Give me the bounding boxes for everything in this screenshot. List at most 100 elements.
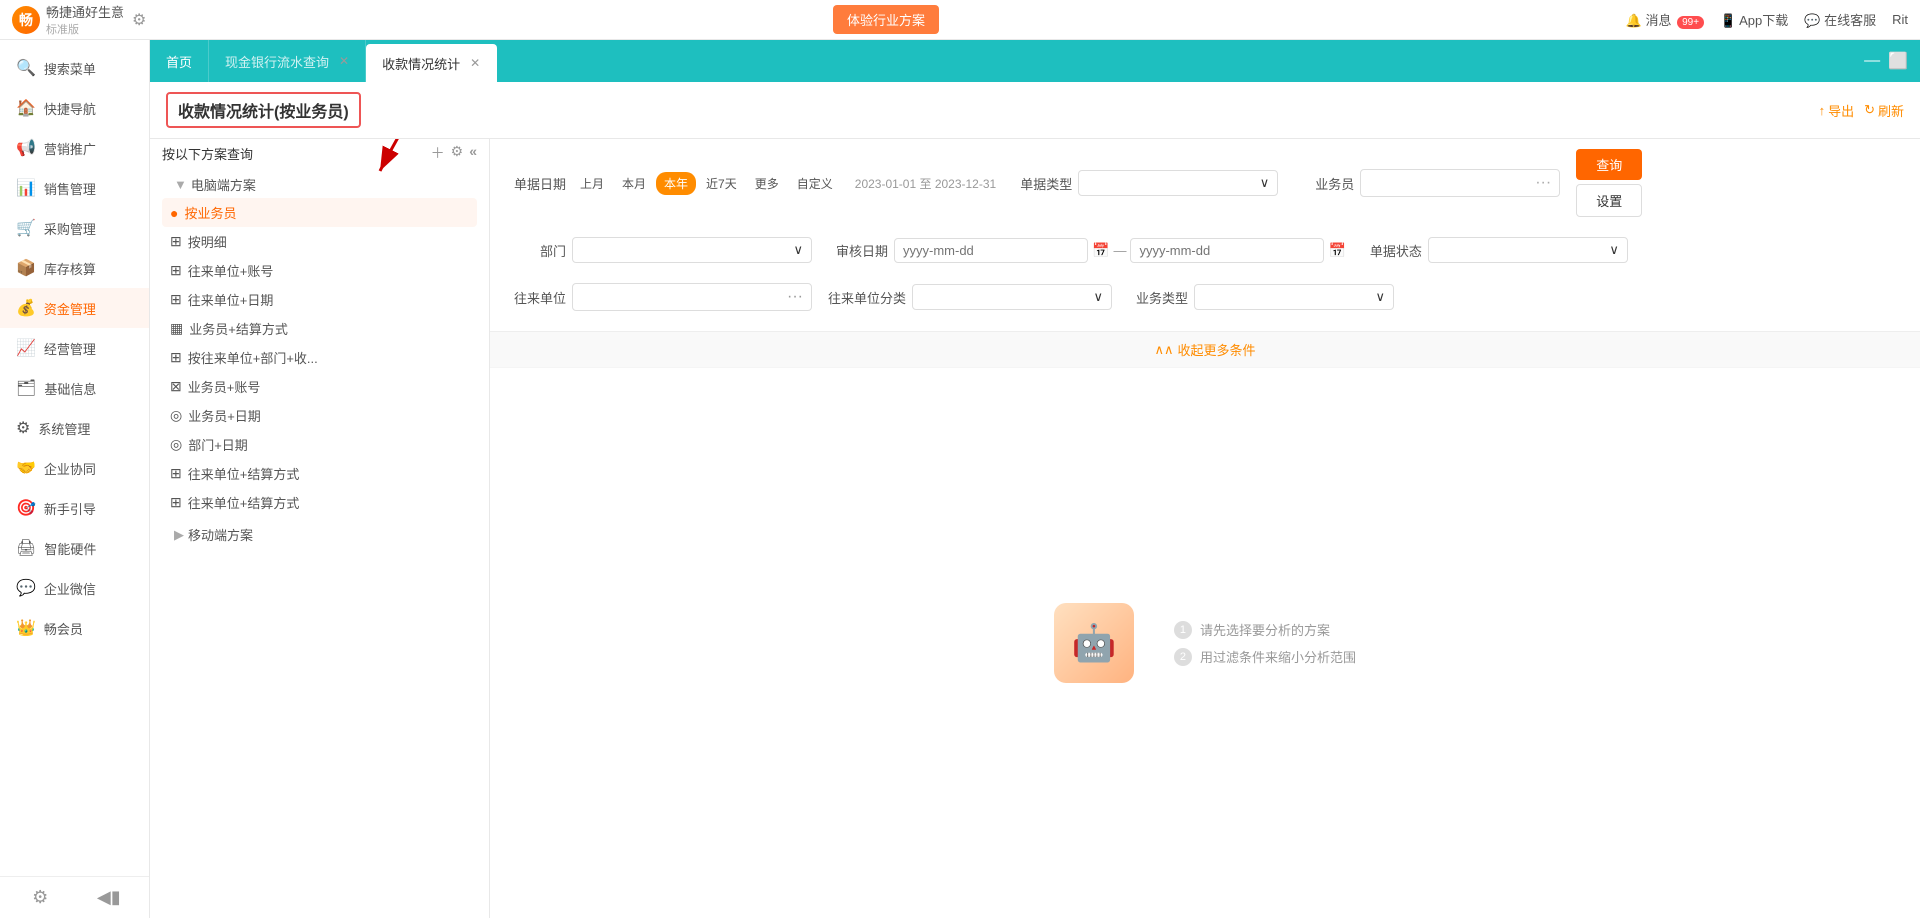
date-tab-custom[interactable]: 自定义: [789, 172, 841, 195]
scheme-item-dept-date[interactable]: ◎ 部门+日期: [162, 430, 477, 459]
docstatus-select[interactable]: ∨: [1428, 237, 1628, 263]
settings-button[interactable]: 设置: [1576, 184, 1642, 217]
step-2-num: 2: [1174, 648, 1192, 666]
biztype-label: 业务类型: [1128, 288, 1188, 307]
sidebar-item-quicknav[interactable]: 🏠 快捷导航: [0, 88, 149, 128]
sidebar-item-operations[interactable]: 📈 经营管理: [0, 328, 149, 368]
tab-minimize-icon[interactable]: —: [1864, 52, 1880, 70]
top-bar: 畅 畅捷通好生意 标准版 ⚙ 体验行业方案 🔔 消息 99+ 📱 App下载 💬…: [0, 0, 1920, 40]
date-tab-this-year[interactable]: 本年: [656, 172, 696, 195]
content-area: 首页 现金银行流水查询 ✕ 收款情况统计 ✕ — ⬜ 收款情况统计(按业务员): [150, 40, 1920, 918]
step-2-text: 用过滤条件来缩小分析范围: [1200, 647, 1356, 666]
tab-collection-stat[interactable]: 收款情况统计 ✕: [366, 44, 497, 82]
scheme-add-icon[interactable]: ＋: [431, 143, 445, 163]
scheme-item-unit-date[interactable]: ⊞ 往来单位+日期: [162, 285, 477, 314]
counterpart-select[interactable]: ···: [572, 283, 812, 311]
sidebar-item-member[interactable]: 👑 畅会员: [0, 608, 149, 648]
online-service-link[interactable]: 💬 在线客服: [1804, 10, 1876, 29]
scheme-item-salesperson-date[interactable]: ◎ 业务员+日期: [162, 401, 477, 430]
collapse-up-icon: ∧∧: [1154, 342, 1173, 358]
audit-date-from[interactable]: [894, 238, 1088, 263]
date-tabs: 上月 本月 本年 近7天 更多 自定义: [572, 172, 841, 195]
scheme-collapse-icon[interactable]: «: [469, 143, 477, 163]
doctype-label: 单据类型: [1012, 174, 1072, 193]
sidebar-item-hardware[interactable]: 🖨 智能硬件: [0, 528, 149, 568]
tab-home[interactable]: 首页: [150, 40, 209, 82]
sidebar-item-finance[interactable]: 💰 资金管理: [0, 288, 149, 328]
tab-maximize-icon[interactable]: ⬜: [1888, 51, 1908, 71]
sidebar-item-system[interactable]: ⚙ 系统管理: [0, 408, 149, 448]
scheme-item-icon-6: ⊠: [170, 378, 182, 395]
calendar-to-icon: 📅: [1328, 242, 1345, 259]
scheme-item-unit-dept[interactable]: ⊞ 按往来单位+部门+收...: [162, 343, 477, 372]
tab-collection-stat-close[interactable]: ✕: [470, 56, 480, 70]
counterpart-cat-chevron: ∨: [1094, 289, 1104, 305]
tab-bar: 首页 现金银行流水查询 ✕ 收款情况统计 ✕ — ⬜: [150, 40, 1920, 82]
app-download-link[interactable]: 📱 App下载: [1720, 10, 1788, 29]
settings-icon[interactable]: ⚙: [132, 10, 146, 30]
enterprise-icon: 🤝: [16, 458, 36, 478]
scheme-item-unit-account[interactable]: ⊞ 往来单位+账号: [162, 256, 477, 285]
date-tab-more[interactable]: 更多: [747, 172, 787, 195]
scheme-item-icon-10: ⊞: [170, 494, 182, 511]
tab-bank-flow[interactable]: 现金银行流水查询 ✕: [209, 40, 366, 82]
collapse-label: 收起更多条件: [1178, 340, 1256, 359]
user-name[interactable]: Rit: [1892, 12, 1908, 27]
salesperson-more-icon[interactable]: ···: [1535, 174, 1551, 192]
auditdate-label: 审核日期: [828, 241, 888, 260]
sidebar-item-marketing[interactable]: 📢 营销推广: [0, 128, 149, 168]
scheme-item-icon-4: ▦: [170, 320, 183, 337]
sidebar-settings-btn[interactable]: ⚙: [10, 887, 71, 908]
sidebar-item-basic[interactable]: 🗂 基础信息: [0, 368, 149, 408]
scheme-item-salesperson-acct[interactable]: ⊠ 业务员+账号: [162, 372, 477, 401]
scheme-item-by-detail[interactable]: ⊞ 按明细: [162, 227, 477, 256]
scheme-item-unit-calc1[interactable]: ⊞ 往来单位+结算方式: [162, 459, 477, 488]
date-tab-this-month[interactable]: 本月: [614, 172, 654, 195]
salesperson-select[interactable]: ···: [1360, 169, 1560, 197]
page-title: 收款情况统计(按业务员): [178, 104, 349, 121]
export-button[interactable]: ↑ 导出: [1819, 101, 1855, 120]
filter-row-3: 往来单位 ··· 往来单位分类 ∨: [506, 283, 1904, 311]
audit-date-to[interactable]: [1130, 238, 1324, 263]
sidebar-item-purchase[interactable]: 🛒 采购管理: [0, 208, 149, 248]
scheme-header-title: 按以下方案查询: [162, 144, 253, 163]
sidebar: 🔍 搜索菜单 🏠 快捷导航 📢 营销推广 📊 销售管理 🛒 采购管理 📦: [0, 40, 150, 918]
sidebar-item-inventory[interactable]: 📦 库存核算: [0, 248, 149, 288]
hardware-icon: 🖨: [16, 538, 36, 558]
scheme-settings-icon[interactable]: ⚙: [451, 143, 464, 163]
counterpart-more-icon[interactable]: ···: [787, 288, 803, 306]
dept-chevron-icon: ∨: [793, 242, 803, 258]
sidebar-item-wechat[interactable]: 💬 企业微信: [0, 568, 149, 608]
sidebar-item-search[interactable]: 🔍 搜索菜单: [0, 48, 149, 88]
collapse-bar[interactable]: ∧∧ 收起更多条件: [490, 331, 1920, 367]
top-bar-left: 畅 畅捷通好生意 标准版 ⚙: [12, 2, 146, 37]
scheme-item-salesperson-calc[interactable]: ▦ 业务员+结算方式: [162, 314, 477, 343]
sidebar-item-guide[interactable]: 🎯 新手引导: [0, 488, 149, 528]
sidebar-item-enterprise[interactable]: 🤝 企业协同: [0, 448, 149, 488]
sidebar-collapse-btn[interactable]: ◀▮: [79, 887, 140, 908]
tab-bank-flow-close[interactable]: ✕: [339, 54, 349, 68]
scheme-item-icon-1: ⊞: [170, 233, 182, 250]
date-dash: —: [1113, 243, 1126, 258]
date-tab-7days[interactable]: 近7天: [698, 172, 745, 195]
page-title-box: 收款情况统计(按业务员): [166, 92, 361, 128]
purchase-icon: 🛒: [16, 218, 36, 238]
sidebar-item-sales[interactable]: 📊 销售管理: [0, 168, 149, 208]
refresh-button[interactable]: ↻ 刷新: [1864, 101, 1904, 120]
date-tab-last-month[interactable]: 上月: [572, 172, 612, 195]
scheme-item-icon-5: ⊞: [170, 349, 182, 366]
scheme-group-desktop-title[interactable]: ▼ 电脑端方案: [162, 171, 477, 198]
filter-field-counterpart-cat: 往来单位分类 ∨: [828, 284, 1112, 310]
filter-top: 单据日期 上月 本月 本年 近7天 更多 自定义 2023-01-01 至 20…: [490, 139, 1920, 331]
query-button[interactable]: 查询: [1576, 149, 1642, 180]
scheme-group-mobile-title[interactable]: ▶ 移动端方案: [162, 521, 477, 548]
scheme-item-unit-calc2[interactable]: ⊞ 往来单位+结算方式: [162, 488, 477, 517]
chevron-down-icon: ∨: [1260, 175, 1270, 191]
dept-select[interactable]: ∨: [572, 237, 812, 263]
messages-link[interactable]: 🔔 消息 99+: [1626, 10, 1704, 29]
biztype-select[interactable]: ∨: [1194, 284, 1394, 310]
counterpart-cat-select[interactable]: ∨: [912, 284, 1112, 310]
trial-button[interactable]: 体验行业方案: [833, 5, 939, 34]
doctype-select[interactable]: ∨: [1078, 170, 1278, 196]
scheme-item-by-salesperson[interactable]: ● 按业务员: [162, 198, 477, 227]
